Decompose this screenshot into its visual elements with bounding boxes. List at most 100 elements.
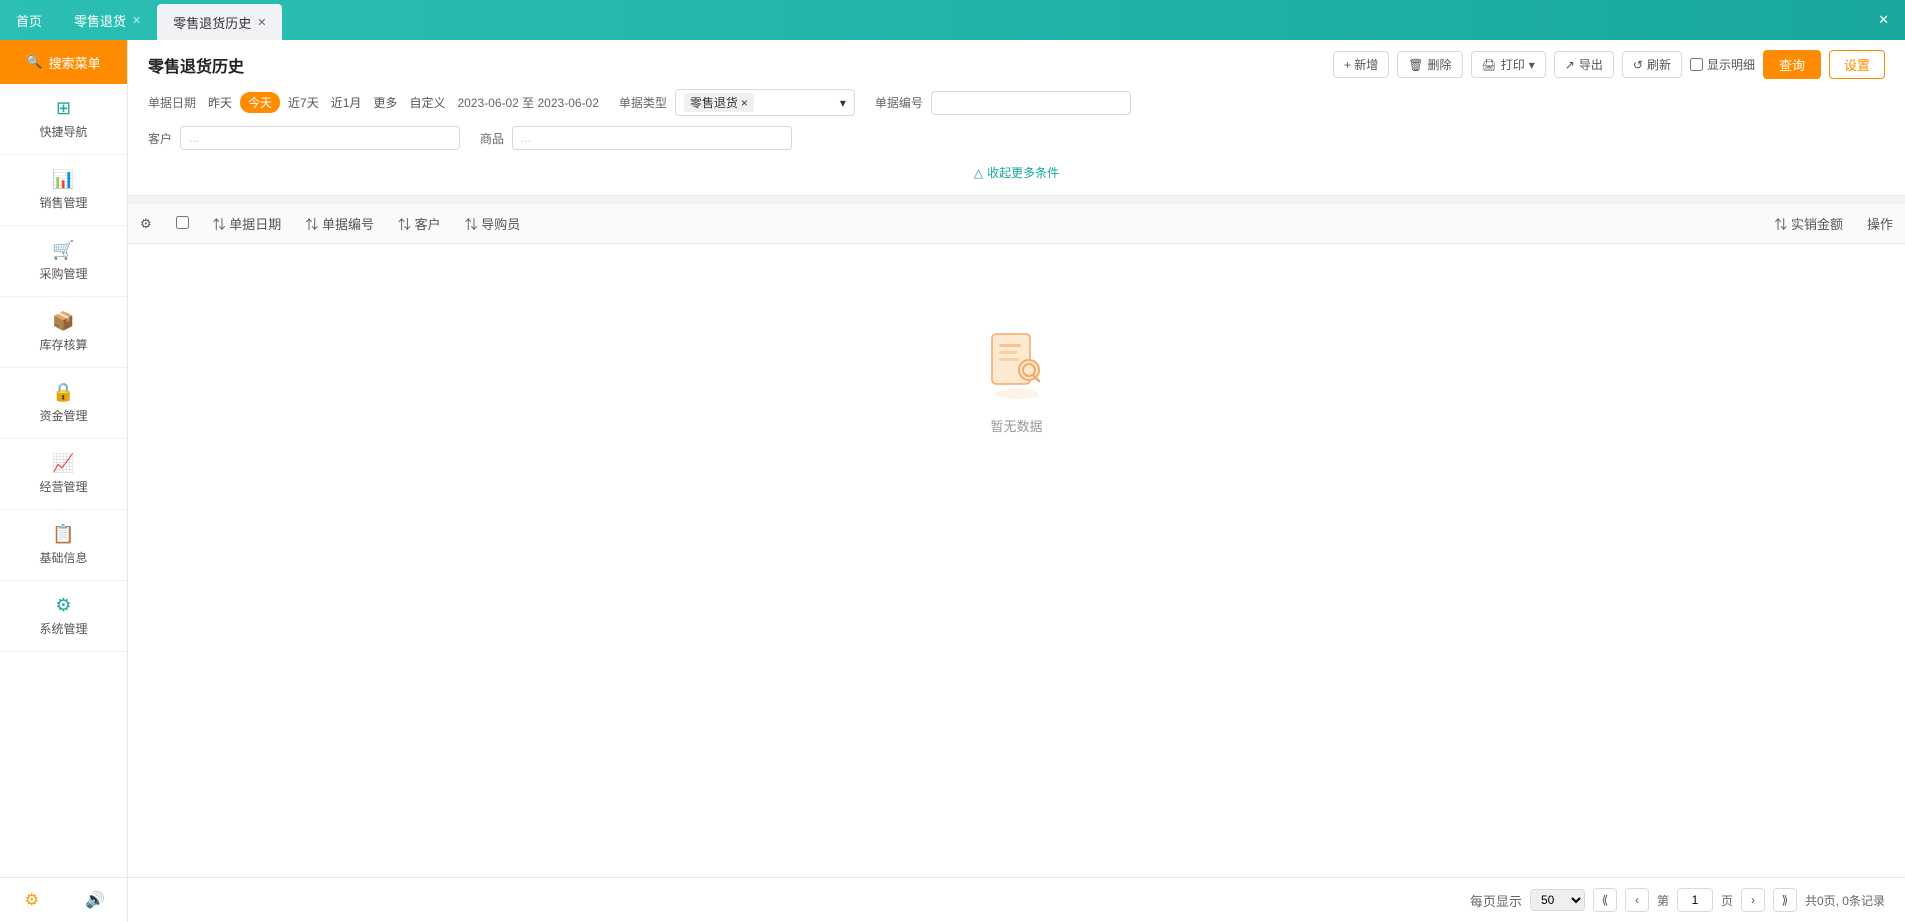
select-all-checkbox[interactable]: [176, 216, 189, 229]
pagination-bar: 每页显示 50 10 20 100 ⟪ ‹ 第 页 › ⟫ 共0页, 0条记录: [128, 877, 1905, 922]
tab-retail-return-history-close[interactable]: ✕: [257, 16, 266, 29]
page-header: 零售退货历史 + 新增 🗑 删除 🖨 打印 ▾ ↗ 导出: [128, 40, 1905, 196]
sidebar-item-inventory[interactable]: 📦 库存核算: [0, 297, 127, 368]
next-page-btn[interactable]: ›: [1741, 888, 1765, 912]
tab-retail-return-history[interactable]: 零售退货历史 ✕: [157, 4, 282, 40]
query-button[interactable]: 查询: [1763, 50, 1821, 79]
per-page-label: 每页显示: [1470, 891, 1522, 910]
page-number-input[interactable]: [1677, 888, 1713, 912]
customer-input[interactable]: ...: [180, 126, 460, 150]
col-checkbox: [164, 204, 201, 244]
col-settings[interactable]: ⚙: [128, 204, 164, 244]
doc-date-label: 单据日期: [148, 94, 196, 111]
toolbar: + 新增 🗑 删除 🖨 打印 ▾ ↗ 导出 ↺: [1333, 50, 1885, 79]
main-layout: 🔍 搜索菜单 ⊞ 快捷导航 📊 销售管理 🛒 采购管理 📦 库存核算 🔒 资金管…: [0, 40, 1905, 922]
collapse-btn[interactable]: △ 收起更多条件: [148, 160, 1885, 185]
col-operation: 操作: [1855, 204, 1905, 244]
filter-doc-date-group: 单据日期 昨天 今天 近7天 近1月 更多 自定义 2023-06-02 至 2…: [148, 92, 599, 113]
first-page-btn[interactable]: ⟪: [1593, 888, 1617, 912]
date-btn-yesterday[interactable]: 昨天: [204, 92, 236, 113]
filter-doc-type-group: 单据类型 零售退货 × ▾: [619, 89, 855, 116]
topbar-close[interactable]: ✕: [1878, 12, 1905, 28]
prev-page-btn[interactable]: ‹: [1625, 888, 1649, 912]
date-btn-more[interactable]: 更多: [369, 92, 401, 113]
sidebar-item-purchase[interactable]: 🛒 采购管理: [0, 226, 127, 297]
customer-label: 客户: [148, 130, 172, 147]
refresh-icon: ↺: [1633, 58, 1643, 72]
doc-no-label: 单据编号: [875, 94, 923, 111]
tab-home[interactable]: 首页: [0, 0, 58, 40]
filter-row-1: 单据日期 昨天 今天 近7天 近1月 更多 自定义 2023-06-02 至 2…: [148, 89, 1885, 116]
page-title: 零售退货历史: [148, 53, 244, 77]
print-button[interactable]: 🖨 打印 ▾: [1471, 51, 1546, 78]
sidebar-item-quick-nav[interactable]: ⊞ 快捷导航: [0, 84, 127, 155]
doc-type-tag-close[interactable]: ×: [741, 96, 748, 110]
finance-icon: 🔒: [52, 382, 74, 403]
main-content: 零售退货历史 + 新增 🗑 删除 🖨 打印 ▾ ↗ 导出: [128, 40, 1905, 922]
delete-button[interactable]: 🗑 删除: [1397, 51, 1462, 78]
product-input[interactable]: ...: [512, 126, 792, 150]
empty-state: 暂无数据: [128, 244, 1905, 515]
content-wrapper: ⚙ ⇅ 单据日期 ⇅ 单据编号: [128, 196, 1905, 922]
sidebar-item-basic-info[interactable]: 📋 基础信息: [0, 510, 127, 581]
export-button[interactable]: ↗ 导出: [1554, 51, 1614, 78]
doc-no-input[interactable]: [931, 91, 1131, 115]
new-button[interactable]: + 新增: [1333, 51, 1389, 78]
per-page-select[interactable]: 50 10 20 100: [1530, 889, 1585, 911]
col-spacer: [532, 204, 1762, 244]
sales-icon: 📊: [52, 169, 74, 190]
date-btn-7days[interactable]: 近7天: [284, 92, 323, 113]
filter-product-group: 商品 ...: [480, 126, 792, 150]
doc-type-dropdown-icon: ▾: [840, 96, 846, 110]
sidebar-item-finance[interactable]: 🔒 资金管理: [0, 368, 127, 439]
search-icon: 🔍: [26, 54, 42, 70]
operations-icon: 📈: [52, 453, 74, 474]
sidebar-bottom: ⚙ 🔊: [0, 877, 127, 922]
sidebar-item-system[interactable]: ⚙ 系统管理: [0, 581, 127, 652]
col-doc-date[interactable]: ⇅ 单据日期: [201, 204, 294, 244]
sidebar-audio-btn[interactable]: 🔊: [64, 878, 128, 922]
page-label: 页: [1721, 892, 1733, 909]
last-page-btn[interactable]: ⟫: [1773, 888, 1797, 912]
date-btn-today[interactable]: 今天: [240, 92, 280, 113]
system-icon: ⚙: [55, 595, 71, 616]
table-header-row: ⚙ ⇅ 单据日期 ⇅ 单据编号: [128, 204, 1905, 244]
tab-retail-return-close[interactable]: ✕: [132, 14, 141, 27]
page-word: 第: [1657, 892, 1669, 909]
delete-icon: 🗑: [1408, 58, 1423, 72]
filter-doc-no-group: 单据编号: [875, 91, 1131, 115]
col-customer[interactable]: ⇅ 客户: [386, 204, 453, 244]
print-dropdown-icon: ▾: [1529, 58, 1535, 72]
sidebar-item-operations[interactable]: 📈 经营管理: [0, 439, 127, 510]
col-doc-no[interactable]: ⇅ 单据编号: [293, 204, 386, 244]
setting-button[interactable]: 设置: [1829, 50, 1885, 79]
sidebar-search[interactable]: 🔍 搜索菜单: [0, 40, 127, 84]
col-guide[interactable]: ⇅ 导购员: [453, 204, 533, 244]
tab-retail-return[interactable]: 零售退货 ✕: [58, 0, 157, 40]
show-detail-checkbox-label[interactable]: 显示明细: [1690, 56, 1755, 73]
sidebar-settings-btn[interactable]: ⚙: [0, 878, 64, 922]
sidebar: 🔍 搜索菜单 ⊞ 快捷导航 📊 销售管理 🛒 采购管理 📦 库存核算 🔒 资金管…: [0, 40, 128, 922]
date-btn-1month[interactable]: 近1月: [327, 92, 366, 113]
total-info: 共0页, 0条记录: [1805, 892, 1885, 909]
show-detail-checkbox[interactable]: [1690, 58, 1703, 71]
collapse-icon: △: [974, 166, 983, 180]
quick-nav-icon: ⊞: [56, 98, 71, 119]
table-area: ⚙ ⇅ 单据日期 ⇅ 单据编号: [128, 204, 1905, 877]
date-btn-custom[interactable]: 自定义: [405, 92, 449, 113]
inventory-icon: 📦: [52, 311, 74, 332]
date-btn-group: 昨天 今天 近7天 近1月 更多 自定义: [204, 92, 449, 113]
top-bar: 首页 零售退货 ✕ 零售退货历史 ✕ ✕: [0, 0, 1905, 40]
sidebar-item-sales[interactable]: 📊 销售管理: [0, 155, 127, 226]
doc-type-select[interactable]: 零售退货 × ▾: [675, 89, 855, 116]
doc-type-tag: 零售退货 ×: [684, 93, 754, 112]
date-range-display: 2023-06-02 至 2023-06-02: [457, 94, 598, 111]
empty-state-icon: [977, 324, 1057, 404]
filter-area: 单据日期 昨天 今天 近7天 近1月 更多 自定义 2023-06-02 至 2…: [148, 89, 1885, 195]
filter-customer-group: 客户 ...: [148, 126, 460, 150]
empty-text: 暂无数据: [990, 416, 1042, 435]
col-actual-amount[interactable]: ⇅ 实销金额: [1762, 204, 1855, 244]
filter-row-2: 客户 ... 商品 ...: [148, 126, 1885, 150]
purchase-icon: 🛒: [52, 240, 74, 261]
refresh-button[interactable]: ↺ 刷新: [1622, 51, 1682, 78]
